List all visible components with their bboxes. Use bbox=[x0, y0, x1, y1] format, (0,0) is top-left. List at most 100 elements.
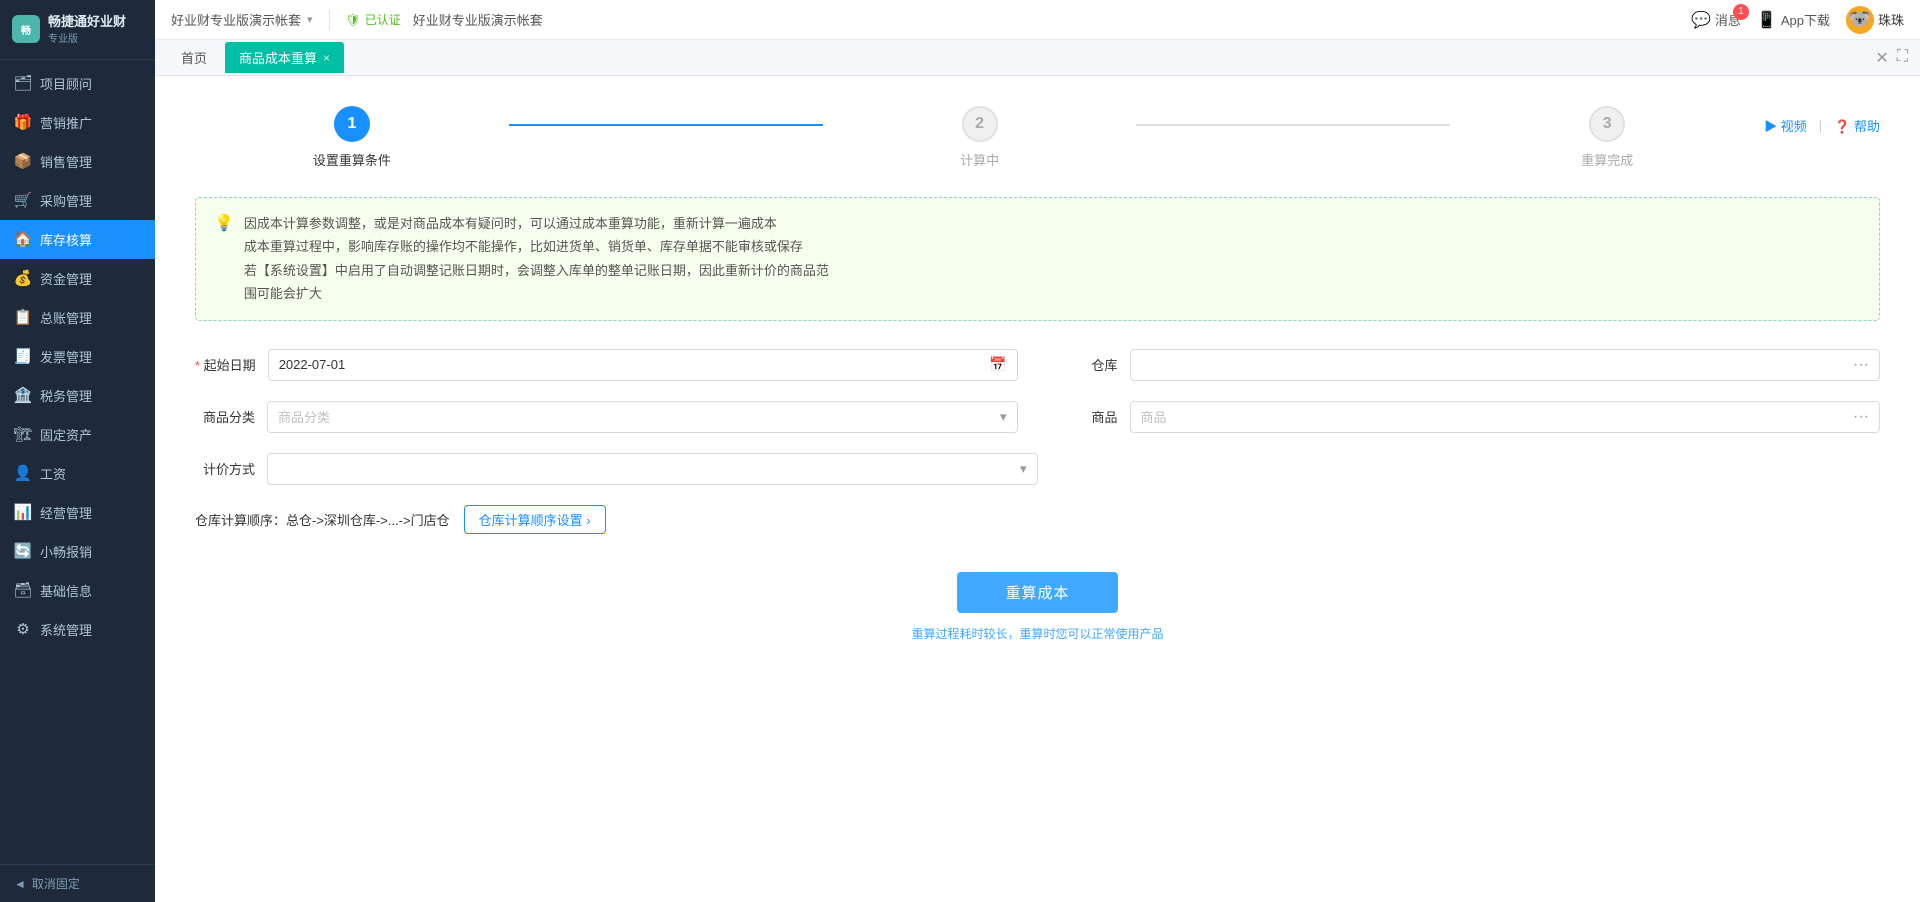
recalc-button[interactable]: 重算成本 bbox=[957, 572, 1117, 613]
start-date-label: 起始日期 bbox=[195, 355, 256, 374]
sales-icon: 📦 bbox=[14, 152, 32, 170]
sidebar-item-marketing[interactable]: 🎁 营销推广 bbox=[0, 103, 155, 142]
sidebar-item-projects[interactable]: 🗂 项目顾问 bbox=[0, 64, 155, 103]
play-icon: ▶ bbox=[1764, 119, 1777, 134]
sidebar-nav: 🗂 项目顾问 🎁 营销推广 📦 销售管理 🛒 采购管理 🏠 库存核算 💰 资金管… bbox=[0, 60, 155, 864]
step-1-label: 设置重算条件 bbox=[313, 150, 391, 169]
sidebar-pin-toggle[interactable]: ◄ 取消固定 bbox=[0, 864, 155, 902]
app-download-action[interactable]: 📱 App下载 bbox=[1757, 10, 1830, 30]
expand-window-icon[interactable]: ⛶ bbox=[1897, 48, 1908, 68]
sidebar-item-invoice[interactable]: 🧾 发票管理 bbox=[0, 337, 155, 376]
sidebar-item-salary[interactable]: 👤 工资 bbox=[0, 454, 155, 493]
marketing-icon: 🎁 bbox=[14, 113, 32, 131]
sidebar-item-finance[interactable]: 💰 资金管理 bbox=[0, 259, 155, 298]
company-name: 好业财专业版演示帐套 bbox=[413, 10, 543, 29]
tax-icon: 🏦 bbox=[14, 386, 32, 404]
tab-home-label: 首页 bbox=[181, 48, 207, 67]
sidebar-label-projects: 项目顾问 bbox=[40, 74, 92, 93]
sidebar-item-system[interactable]: ⚙ 系统管理 bbox=[0, 610, 155, 649]
sidebar-item-assets[interactable]: 🏗 固定资产 bbox=[0, 415, 155, 454]
info-line4: 围可能会扩大 bbox=[244, 282, 829, 305]
shield-icon: 🛡 bbox=[346, 13, 361, 27]
verified-badge: 🛡 已认证 bbox=[346, 11, 401, 28]
sidebar-label-marketing: 营销推广 bbox=[40, 113, 92, 132]
video-link[interactable]: ▶ 视频 bbox=[1764, 116, 1807, 135]
sidebar-header: 畅 畅捷通好业财 专业版 bbox=[0, 0, 155, 60]
form-section: 起始日期 2022-07-01 📅 仓库 ··· 商品分类 商品分类 bbox=[195, 349, 1880, 433]
sidebar-label-tax: 税务管理 bbox=[40, 386, 92, 405]
sidebar-label-assets: 固定资产 bbox=[40, 425, 92, 444]
finance-icon: 💰 bbox=[14, 269, 32, 287]
basic-icon: 🗃 bbox=[14, 581, 32, 599]
step-2: 2 计算中 bbox=[823, 106, 1137, 169]
step-connector-2 bbox=[1136, 124, 1450, 126]
purchase-icon: 🛒 bbox=[14, 191, 32, 209]
user-avatar-action[interactable]: 🐨 珠珠 bbox=[1846, 6, 1904, 34]
account-selector[interactable]: 好业财专业版演示帐套 ▾ bbox=[171, 10, 313, 29]
sidebar-label-operations: 经营管理 bbox=[40, 503, 92, 522]
goods-more-icon[interactable]: ··· bbox=[1853, 408, 1869, 426]
warehouse-order-label: 仓库计算顺序：总仓->深圳仓库->...->门店仓 bbox=[195, 510, 450, 529]
close-window-icon[interactable]: ✕ bbox=[1875, 48, 1888, 68]
pricing-label: 计价方式 bbox=[195, 459, 255, 478]
salary-icon: 👤 bbox=[14, 464, 32, 482]
info-line1: 因成本计算参数调整，或是对商品成本有疑问时，可以通过成本重算功能，重新计算一遍成… bbox=[244, 212, 829, 235]
info-line3: 若【系统设置】中启用了自动调整记账日期时，会调整入库单的整单记账日期，因此重新计… bbox=[244, 259, 829, 282]
warehouse-more-icon[interactable]: ··· bbox=[1853, 356, 1869, 374]
goods-row: 商品 商品 ··· bbox=[1058, 401, 1881, 433]
sidebar-label-expense: 小畅报销 bbox=[40, 542, 92, 561]
stepper-actions: ▶ 视频 | ❓ 帮助 bbox=[1764, 116, 1880, 135]
verified-label: 已认证 bbox=[365, 11, 401, 28]
sidebar-item-basic[interactable]: 🗃 基础信息 bbox=[0, 571, 155, 610]
inventory-icon: 🏠 bbox=[14, 230, 32, 248]
assets-icon: 🏗 bbox=[14, 425, 32, 443]
recalc-note: 重算过程耗时较长，重算时您可以正常使用产品 bbox=[911, 625, 1163, 642]
category-label: 商品分类 bbox=[195, 407, 255, 426]
step-1-circle: 1 bbox=[334, 106, 370, 142]
pin-icon: ◄ bbox=[14, 877, 26, 891]
tab-cost-recalc-label: 商品成本重算 bbox=[239, 48, 317, 67]
app-title: 畅捷通好业财 bbox=[48, 14, 126, 30]
sidebar-item-purchase[interactable]: 🛒 采购管理 bbox=[0, 181, 155, 220]
system-icon: ⚙ bbox=[14, 620, 32, 638]
tab-close-icon[interactable]: × bbox=[323, 51, 330, 65]
sidebar-item-sales[interactable]: 📦 销售管理 bbox=[0, 142, 155, 181]
sidebar-label-accounting: 总账管理 bbox=[40, 308, 92, 327]
category-chevron-icon: ▾ bbox=[1000, 409, 1007, 425]
expense-icon: 🔄 bbox=[14, 542, 32, 560]
sidebar-label-basic: 基础信息 bbox=[40, 581, 92, 600]
sidebar-item-inventory[interactable]: 🏠 库存核算 bbox=[0, 220, 155, 259]
sidebar-item-operations[interactable]: 📊 经营管理 bbox=[0, 493, 155, 532]
step-3-label: 重算完成 bbox=[1581, 150, 1633, 169]
pricing-select[interactable]: ▾ bbox=[267, 453, 1038, 485]
pricing-chevron-icon: ▾ bbox=[1020, 461, 1027, 477]
category-placeholder: 商品分类 bbox=[278, 407, 330, 426]
help-link[interactable]: ❓ 帮助 bbox=[1834, 116, 1880, 135]
tab-cost-recalc[interactable]: 商品成本重算 × bbox=[225, 42, 344, 73]
category-select[interactable]: 商品分类 ▾ bbox=[267, 401, 1018, 433]
step-3-circle: 3 bbox=[1589, 106, 1625, 142]
message-icon: 💬 bbox=[1691, 10, 1711, 30]
step-connector-1 bbox=[509, 124, 823, 126]
account-chevron-icon: ▾ bbox=[307, 13, 313, 26]
question-icon: ❓ bbox=[1834, 119, 1850, 134]
pricing-row: 计价方式 ▾ bbox=[195, 453, 1038, 485]
tabbar: 首页 商品成本重算 × ✕ ⛶ bbox=[155, 40, 1920, 76]
sidebar-item-tax[interactable]: 🏦 税务管理 bbox=[0, 376, 155, 415]
category-row: 商品分类 商品分类 ▾ bbox=[195, 401, 1018, 433]
tab-home[interactable]: 首页 bbox=[167, 42, 221, 73]
sidebar-item-expense[interactable]: 🔄 小畅报销 bbox=[0, 532, 155, 571]
sidebar-item-accounting[interactable]: 📋 总账管理 bbox=[0, 298, 155, 337]
goods-input[interactable]: 商品 ··· bbox=[1130, 401, 1881, 433]
message-action[interactable]: 💬 消息 1 bbox=[1691, 10, 1741, 30]
recalc-area: 重算成本 重算过程耗时较长，重算时您可以正常使用产品 bbox=[195, 572, 1880, 642]
info-box: 💡 因成本计算参数调整，或是对商品成本有疑问时，可以通过成本重算功能，重新计算一… bbox=[195, 197, 1880, 321]
sidebar-label-inventory: 库存核算 bbox=[40, 230, 92, 249]
app-edition: 专业版 bbox=[48, 30, 126, 45]
warehouse-order-setting-button[interactable]: 仓库计算顺序设置 › bbox=[464, 505, 606, 534]
sidebar: 畅 畅捷通好业财 专业版 🗂 项目顾问 🎁 营销推广 📦 销售管理 🛒 采购管理… bbox=[0, 0, 155, 902]
start-date-input[interactable]: 2022-07-01 📅 bbox=[268, 349, 1018, 381]
warehouse-input[interactable]: ··· bbox=[1130, 349, 1881, 381]
calendar-icon[interactable]: 📅 bbox=[989, 356, 1006, 373]
avatar: 🐨 bbox=[1846, 6, 1874, 34]
